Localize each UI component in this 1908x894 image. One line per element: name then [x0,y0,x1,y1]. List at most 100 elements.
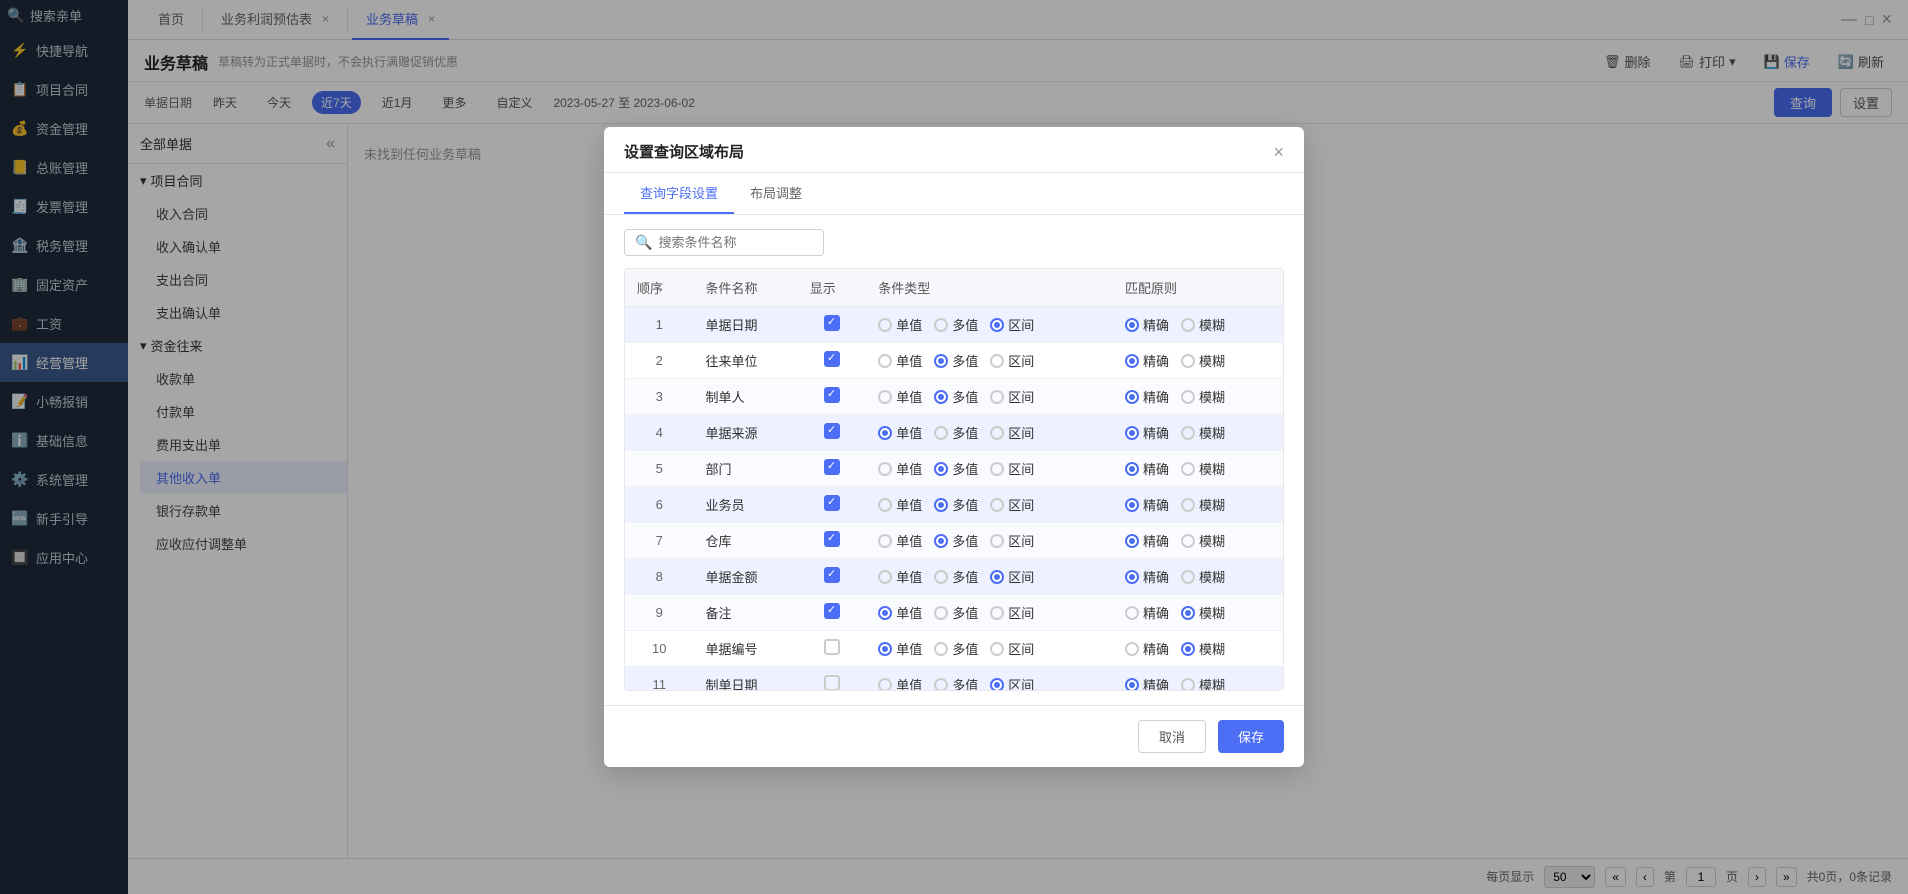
cell-condition-10: 单值多值区间 [866,631,1113,667]
radio-single-1[interactable]: 单值 [878,315,922,334]
modal-body: 🔍 顺序 条件名称 显示 条件类型 匹配原则 [604,215,1304,705]
radio-multiple-2[interactable]: 多值 [934,351,978,370]
radio-match-fuzzy-5[interactable]: 模糊 [1181,459,1225,478]
th-condition-type: 条件类型 [866,269,1113,307]
radio-match-exact-8[interactable]: 精确 [1125,567,1169,586]
radio-multiple-5[interactable]: 多值 [934,459,978,478]
save-button[interactable]: 保存 [1218,720,1284,753]
radio-single-7[interactable]: 单值 [878,531,922,550]
radio-match-fuzzy-3[interactable]: 模糊 [1181,387,1225,406]
radio-multiple-11[interactable]: 多值 [934,675,978,691]
radio-match-fuzzy-4[interactable]: 模糊 [1181,423,1225,442]
radio-multiple-9[interactable]: 多值 [934,603,978,622]
cell-name-9: 备注 [694,595,798,631]
checkbox-show-11[interactable] [824,675,840,691]
radio-multiple-8[interactable]: 多值 [934,567,978,586]
checkbox-show-1[interactable] [824,315,840,331]
cell-match-6: 精确模糊 [1113,487,1283,523]
cell-order-8: 8 [625,559,694,595]
radio-single-3[interactable]: 单值 [878,387,922,406]
radio-match-fuzzy-7[interactable]: 模糊 [1181,531,1225,550]
radio-multiple-6[interactable]: 多值 [934,495,978,514]
radio-match-fuzzy-8[interactable]: 模糊 [1181,567,1225,586]
cell-order-6: 6 [625,487,694,523]
checkbox-show-5[interactable] [824,459,840,475]
radio-match-exact-1[interactable]: 精确 [1125,315,1169,334]
radio-multiple-1[interactable]: 多值 [934,315,978,334]
radio-single-5[interactable]: 单值 [878,459,922,478]
checkbox-show-9[interactable] [824,603,840,619]
radio-range-1[interactable]: 区间 [990,315,1034,334]
radio-range-7[interactable]: 区间 [990,531,1034,550]
radio-match-fuzzy-1[interactable]: 模糊 [1181,315,1225,334]
radio-match-exact-11[interactable]: 精确 [1125,675,1169,691]
radio-match-exact-2[interactable]: 精确 [1125,351,1169,370]
modal-header: 设置查询区域布局 × [604,127,1304,173]
radio-range-5[interactable]: 区间 [990,459,1034,478]
checkbox-show-6[interactable] [824,495,840,511]
radio-single-10[interactable]: 单值 [878,639,922,658]
cell-order-11: 11 [625,667,694,692]
cell-match-11: 精确模糊 [1113,667,1283,692]
radio-match-exact-7[interactable]: 精确 [1125,531,1169,550]
cell-show-5 [798,451,867,487]
cancel-button[interactable]: 取消 [1138,720,1206,753]
radio-range-10[interactable]: 区间 [990,639,1034,658]
cell-name-3: 制单人 [694,379,798,415]
radio-single-6[interactable]: 单值 [878,495,922,514]
radio-match-exact-4[interactable]: 精确 [1125,423,1169,442]
radio-range-2[interactable]: 区间 [990,351,1034,370]
modal-tab-field-settings[interactable]: 查询字段设置 [624,173,734,214]
checkbox-show-7[interactable] [824,531,840,547]
radio-range-3[interactable]: 区间 [990,387,1034,406]
radio-range-8[interactable]: 区间 [990,567,1034,586]
th-match: 匹配原则 [1113,269,1283,307]
radio-match-fuzzy-2[interactable]: 模糊 [1181,351,1225,370]
radio-range-4[interactable]: 区间 [990,423,1034,442]
cell-match-8: 精确模糊 [1113,559,1283,595]
radio-match-fuzzy-11[interactable]: 模糊 [1181,675,1225,691]
radio-match-exact-10[interactable]: 精确 [1125,639,1169,658]
radio-single-2[interactable]: 单值 [878,351,922,370]
table-row: 7仓库单值多值区间精确模糊 [625,523,1283,559]
radio-single-4[interactable]: 单值 [878,423,922,442]
radio-single-9[interactable]: 单值 [878,603,922,622]
radio-match-fuzzy-6[interactable]: 模糊 [1181,495,1225,514]
cell-match-5: 精确模糊 [1113,451,1283,487]
cell-condition-3: 单值多值区间 [866,379,1113,415]
modal-tab-layout-settings[interactable]: 布局调整 [734,173,818,214]
radio-match-fuzzy-10[interactable]: 模糊 [1181,639,1225,658]
radio-match-exact-6[interactable]: 精确 [1125,495,1169,514]
checkbox-show-10[interactable] [824,639,840,655]
cell-match-2: 精确模糊 [1113,343,1283,379]
checkbox-show-8[interactable] [824,567,840,583]
radio-multiple-7[interactable]: 多值 [934,531,978,550]
modal-dialog: 设置查询区域布局 × 查询字段设置 布局调整 🔍 顺序 条件名称 [604,127,1304,767]
modal-tab-bar: 查询字段设置 布局调整 [604,173,1304,215]
modal-close-btn[interactable]: × [1273,143,1284,161]
modal-table-wrap: 顺序 条件名称 显示 条件类型 匹配原则 1单据日期单值多值区间精确模糊2往来单… [624,268,1284,691]
cell-show-7 [798,523,867,559]
cell-condition-4: 单值多值区间 [866,415,1113,451]
radio-match-exact-5[interactable]: 精确 [1125,459,1169,478]
checkbox-show-4[interactable] [824,423,840,439]
radio-range-6[interactable]: 区间 [990,495,1034,514]
cell-show-1 [798,307,867,343]
radio-multiple-4[interactable]: 多值 [934,423,978,442]
radio-multiple-10[interactable]: 多值 [934,639,978,658]
radio-multiple-3[interactable]: 多值 [934,387,978,406]
cell-name-2: 往来单位 [694,343,798,379]
cell-name-4: 单据来源 [694,415,798,451]
checkbox-show-2[interactable] [824,351,840,367]
radio-match-exact-9[interactable]: 精确 [1125,603,1169,622]
cell-match-4: 精确模糊 [1113,415,1283,451]
radio-single-8[interactable]: 单值 [878,567,922,586]
radio-single-11[interactable]: 单值 [878,675,922,691]
modal-search-input[interactable] [658,235,818,250]
radio-range-9[interactable]: 区间 [990,603,1034,622]
radio-match-exact-3[interactable]: 精确 [1125,387,1169,406]
radio-match-fuzzy-9[interactable]: 模糊 [1181,603,1225,622]
radio-range-11[interactable]: 区间 [990,675,1034,691]
cell-condition-6: 单值多值区间 [866,487,1113,523]
checkbox-show-3[interactable] [824,387,840,403]
